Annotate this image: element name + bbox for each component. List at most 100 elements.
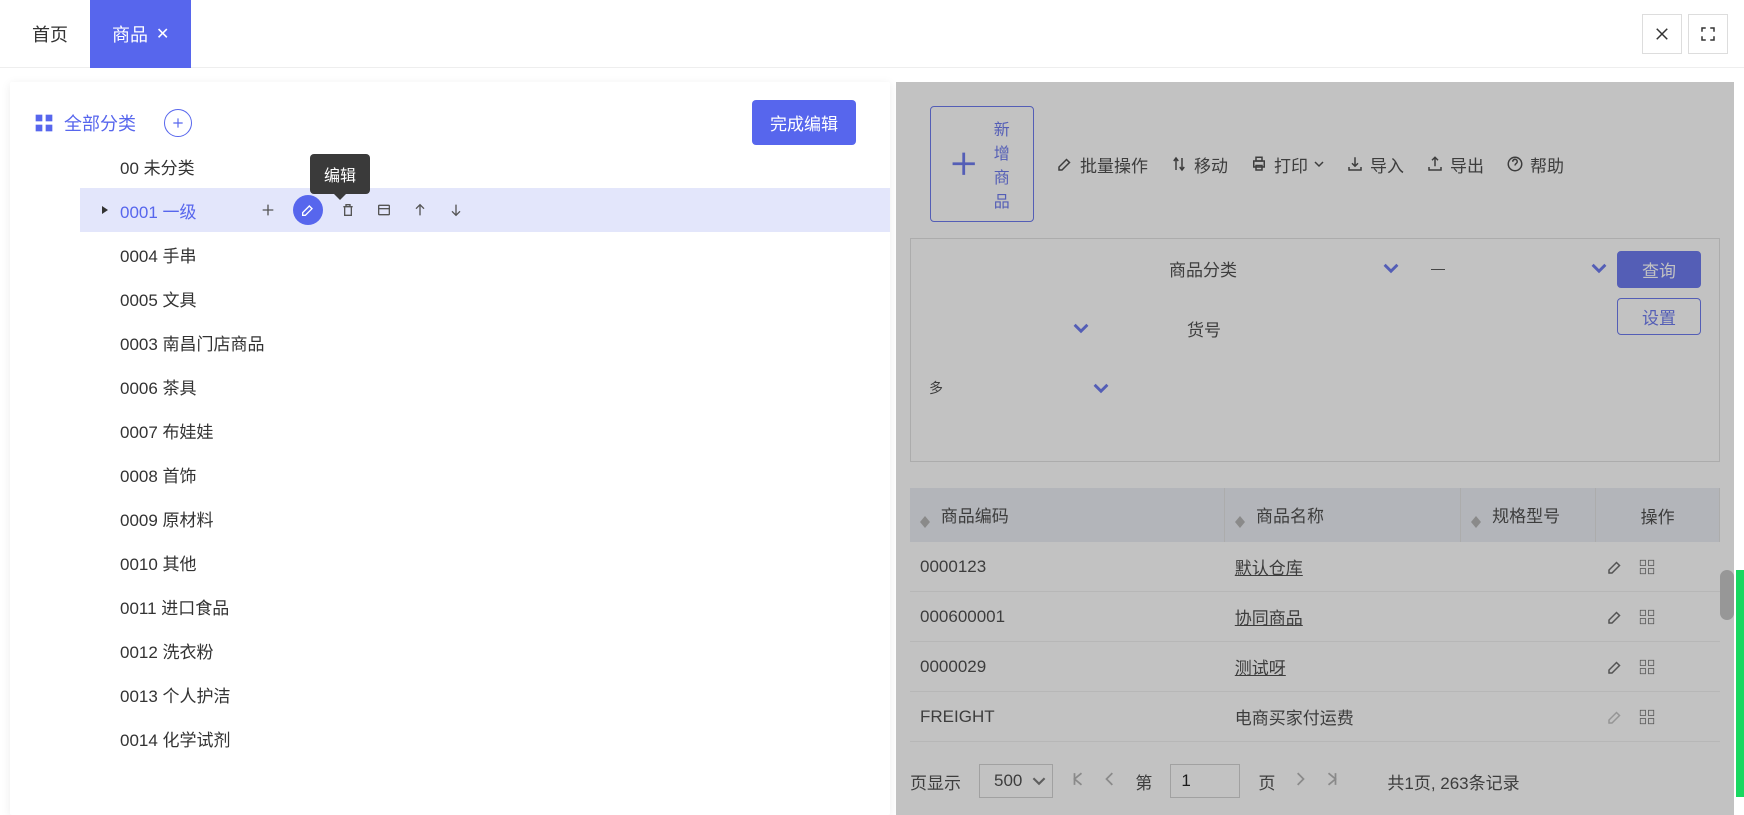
caret-right-icon [100, 200, 110, 220]
tooltip-text: 编辑 [324, 168, 356, 185]
list-item[interactable]: 0009 原材料 [80, 496, 890, 540]
list-item[interactable]: 0011 进口食品 [80, 584, 890, 628]
page-prev[interactable] [1103, 771, 1117, 791]
scrollbar-thumb[interactable] [1720, 570, 1734, 620]
sort-icon [1471, 516, 1481, 528]
edit-icon [1056, 155, 1074, 173]
chevron-down-icon [1032, 774, 1046, 788]
tab-home[interactable]: 首页 [10, 0, 90, 68]
sort-icon [1235, 516, 1245, 528]
product-table: 商品编码 商品名称 规格型号 操作 [910, 488, 1720, 742]
table-row[interactable]: 000600001 协同商品 [910, 592, 1720, 642]
help-button[interactable]: 帮助 [1506, 152, 1564, 177]
product-link[interactable]: 测试呀 [1235, 659, 1286, 678]
list-item[interactable] [80, 760, 890, 804]
filter-unknown-1[interactable] [929, 313, 1089, 343]
category-panel: 全部分类 完成编辑 编辑 00 未分类 0001 一级 [10, 82, 890, 815]
product-panel: 新增商品 批量操作 移动 打印 导入 [896, 82, 1734, 815]
th-code[interactable]: 商品编码 [910, 488, 1225, 542]
export-icon [1426, 155, 1444, 173]
list-item[interactable]: 0003 南昌门店商品 [80, 320, 890, 364]
page-input[interactable] [1170, 764, 1240, 798]
edit-button[interactable] [293, 195, 323, 225]
edge-indicator [1736, 570, 1744, 797]
table-row[interactable]: 0000029 测试呀 [910, 642, 1720, 692]
list-item[interactable]: 0014 化学试剂 [80, 716, 890, 760]
finish-edit-label: 完成编辑 [770, 115, 838, 134]
edit-icon[interactable] [1606, 608, 1624, 626]
list-item[interactable]: 0008 首饰 [80, 452, 890, 496]
close-icon[interactable]: ✕ [156, 24, 169, 44]
filter-unknown-2[interactable] [959, 373, 1109, 403]
page-summary: 共1页, 263条记录 [1387, 769, 1519, 794]
grid-icon [34, 113, 54, 133]
th-name[interactable]: 商品名称 [1225, 488, 1461, 542]
table-row[interactable]: 0000123 默认仓库 [910, 542, 1720, 592]
add-child-button[interactable] [257, 199, 279, 221]
batch-button[interactable]: 批量操作 [1056, 152, 1148, 177]
product-link[interactable]: 协同商品 [1235, 609, 1303, 628]
page-first[interactable] [1071, 771, 1085, 791]
delete-button[interactable] [337, 199, 359, 221]
list-item[interactable]: 0004 手串 [80, 232, 890, 276]
x-icon [1653, 25, 1671, 43]
plus-icon [171, 116, 185, 130]
add-category-button[interactable] [164, 109, 192, 137]
edit-icon[interactable] [1606, 558, 1624, 576]
edit-icon [1606, 708, 1624, 726]
all-categories-label: 全部分类 [64, 110, 136, 136]
move-icon [1170, 155, 1188, 173]
tab-product[interactable]: 商品 ✕ [90, 0, 191, 68]
fullscreen-button[interactable] [1688, 14, 1728, 54]
chevron-down-icon [1314, 159, 1324, 169]
list-item[interactable]: 0007 布娃娃 [80, 408, 890, 452]
plus-icon [947, 147, 980, 180]
more-icon[interactable] [1638, 608, 1656, 626]
move-down-button[interactable] [445, 199, 467, 221]
list-item[interactable]: 0006 茶具 [80, 364, 890, 408]
add-product-button[interactable]: 新增商品 [930, 106, 1034, 222]
more-icon[interactable] [1638, 658, 1656, 676]
th-spec[interactable]: 规格型号 [1461, 488, 1596, 542]
more-icon[interactable] [1638, 558, 1656, 576]
all-categories[interactable]: 全部分类 [34, 110, 136, 136]
per-page-select[interactable]: 500 [979, 764, 1053, 798]
list-item[interactable]: 0010 其他 [80, 540, 890, 584]
filter-category-from[interactable] [1269, 253, 1399, 283]
folder-button[interactable] [373, 199, 395, 221]
import-button[interactable]: 导入 [1346, 152, 1404, 177]
per-page-label: 页显示 [910, 769, 961, 794]
page-last[interactable] [1325, 771, 1339, 791]
product-link[interactable]: 默认仓库 [1235, 559, 1303, 578]
th-ops: 操作 [1596, 488, 1720, 542]
list-item[interactable]: 0013 个人护洁 [80, 672, 890, 716]
filter-category-label: 商品分类 [1169, 256, 1241, 281]
product-text: 电商买家付运费 [1235, 709, 1354, 728]
filter-panel: 商品分类 — 货号 多 查询 设置 [910, 238, 1720, 462]
filter-sku-label: 货号 [1187, 316, 1259, 341]
page-next[interactable] [1293, 771, 1307, 791]
query-button[interactable]: 查询 [1617, 251, 1701, 288]
move-up-button[interactable] [409, 199, 431, 221]
settings-button[interactable]: 设置 [1617, 298, 1701, 335]
export-button[interactable]: 导出 [1426, 152, 1484, 177]
list-item[interactable]: 0005 文具 [80, 276, 890, 320]
category-list[interactable]: 00 未分类 0001 一级 0004 手串 0005 文具 0003 南昌门店… [10, 144, 890, 805]
list-item[interactable]: 0012 洗衣粉 [80, 628, 890, 672]
table-row[interactable]: FREIGHT 电商买家付运费 [910, 692, 1720, 742]
close-all-button[interactable] [1642, 14, 1682, 54]
move-button[interactable]: 移动 [1170, 152, 1228, 177]
sort-icon [920, 516, 930, 528]
more-icon[interactable] [1638, 708, 1656, 726]
expand-icon [1699, 25, 1717, 43]
filter-category-to[interactable] [1477, 253, 1607, 283]
import-icon [1346, 155, 1364, 173]
edit-icon[interactable] [1606, 658, 1624, 676]
tab-home-label: 首页 [32, 21, 68, 47]
list-item[interactable]: 0001 一级 [80, 188, 890, 232]
list-item[interactable]: 00 未分类 [80, 144, 890, 188]
print-icon [1250, 155, 1268, 173]
pagination: 页显示 500 第 页 共1页, 263条记录 [910, 764, 1720, 798]
print-button[interactable]: 打印 [1250, 152, 1324, 177]
finish-edit-button[interactable]: 完成编辑 [752, 100, 856, 145]
